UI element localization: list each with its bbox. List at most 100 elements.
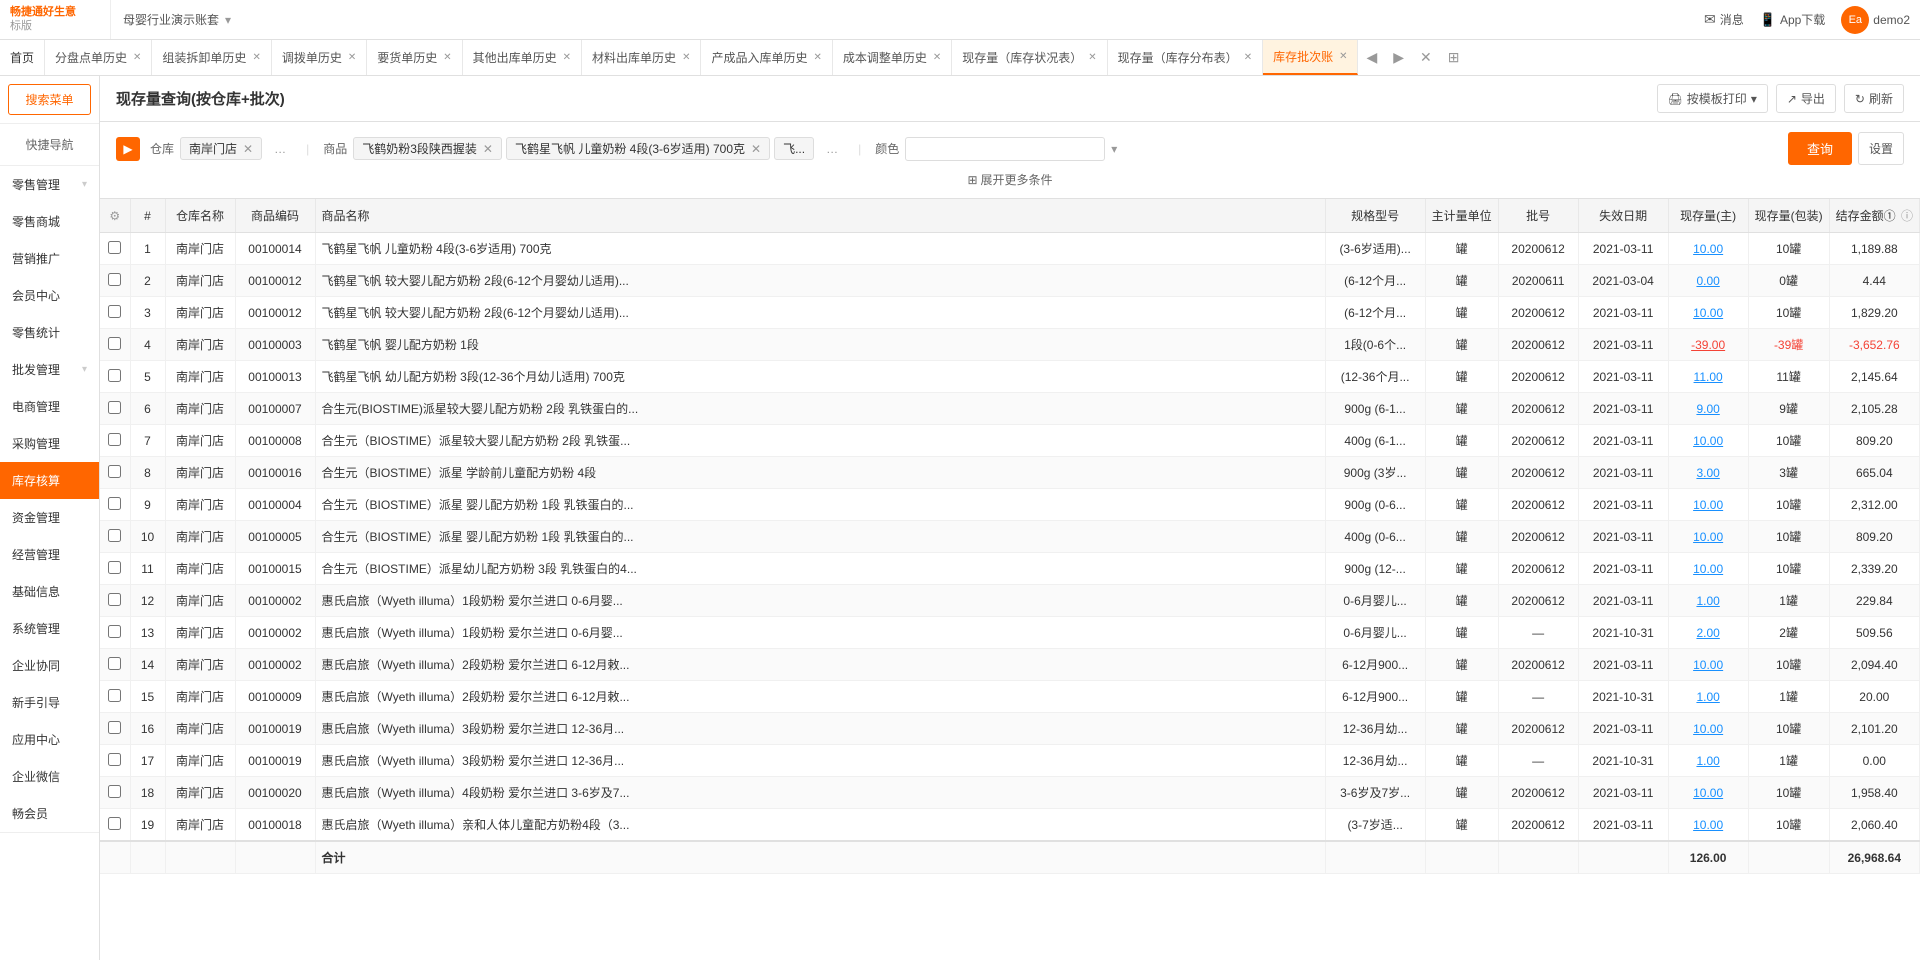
row-qty-main[interactable]: 10.00 xyxy=(1668,489,1748,521)
row-qty-main[interactable]: 10.00 xyxy=(1668,649,1748,681)
sidebar-item-dianshang[interactable]: 电商管理 xyxy=(0,388,99,425)
color-input[interactable] xyxy=(905,137,1105,161)
product-tag-1[interactable]: 飞鹤星飞帆 儿童奶粉 4段(3-6岁适用) 700克 ✕ xyxy=(506,137,770,160)
tab-xianzai2[interactable]: 现存量（库存分布表） ✕ xyxy=(1108,40,1263,75)
row-qty-main[interactable]: 11.00 xyxy=(1668,361,1748,393)
row-checkbox[interactable] xyxy=(100,457,130,489)
refresh-btn[interactable]: ↻ 刷新 xyxy=(1844,84,1904,113)
row-qty-main[interactable]: 1.00 xyxy=(1668,681,1748,713)
product-tag-1-close[interactable]: ✕ xyxy=(751,142,761,156)
search-menu-btn[interactable]: 搜索菜单 xyxy=(8,84,91,115)
row-qty-main[interactable]: 1.00 xyxy=(1668,585,1748,617)
expand-conditions-btn[interactable]: ⊞ 展开更多条件 xyxy=(967,171,1052,188)
balance-info-icon[interactable]: ⓘ xyxy=(1901,209,1913,223)
app-download-btn[interactable]: 📱 App下载 xyxy=(1760,11,1826,28)
product-more[interactable]: … xyxy=(820,140,844,158)
export-btn[interactable]: ↗ 导出 xyxy=(1776,84,1836,113)
row-qty-main[interactable]: 1.00 xyxy=(1668,745,1748,777)
warehouse-tag-close[interactable]: ✕ xyxy=(243,142,253,156)
sidebar-item-jingying[interactable]: 经营管理 xyxy=(0,536,99,573)
product-tag-0[interactable]: 飞鹤奶粉3段陕西握装 ✕ xyxy=(353,137,502,160)
query-btn[interactable]: 查询 xyxy=(1788,132,1852,165)
tab-close-fenpai[interactable]: ✕ xyxy=(133,52,141,63)
tab-close-yaohuo[interactable]: ✕ xyxy=(443,52,451,63)
sidebar-item-huiyuanb[interactable]: 畅会员 xyxy=(0,795,99,832)
row-qty-main[interactable]: 10.00 xyxy=(1668,521,1748,553)
workspace-selector[interactable]: 母婴行业演示账套 ▾ xyxy=(110,0,270,39)
tab-close-cailiao[interactable]: ✕ xyxy=(682,52,690,63)
tab-kupici[interactable]: 库存批次账 ✕ xyxy=(1263,40,1358,75)
row-qty-main[interactable]: -39.00 xyxy=(1668,329,1748,361)
sidebar-item-yingxiao[interactable]: 营销推广 xyxy=(0,240,99,277)
sidebar-item-zijin[interactable]: 资金管理 xyxy=(0,499,99,536)
row-checkbox[interactable] xyxy=(100,329,130,361)
tab-cailiao[interactable]: 材料出库单历史 ✕ xyxy=(582,40,701,75)
sidebar-item-xitong[interactable]: 系统管理 xyxy=(0,610,99,647)
sidebar-item-caigou[interactable]: 采购管理 xyxy=(0,425,99,462)
tab-close-all-btn[interactable]: ✕ xyxy=(1412,40,1440,75)
sidebar-item-lingshao[interactable]: 零售管理 ▾ xyxy=(0,166,99,203)
sidebar-item-xinshou[interactable]: 新手引导 xyxy=(0,684,99,721)
row-checkbox[interactable] xyxy=(100,713,130,745)
filter-toggle-btn[interactable]: ▶ xyxy=(116,137,140,161)
sidebar-item-yingyong[interactable]: 应用中心 xyxy=(0,721,99,758)
row-qty-main[interactable]: 3.00 xyxy=(1668,457,1748,489)
user-area[interactable]: Ea demo2 xyxy=(1841,6,1910,34)
row-checkbox[interactable] xyxy=(100,265,130,297)
sidebar-item-qiyeweixin[interactable]: 企业微信 xyxy=(0,758,99,795)
tab-prev-btn[interactable]: ◀ xyxy=(1358,40,1385,75)
row-qty-main[interactable]: 10.00 xyxy=(1668,425,1748,457)
tab-close-xianzai1[interactable]: ✕ xyxy=(1088,52,1096,63)
row-checkbox[interactable] xyxy=(100,777,130,809)
row-qty-main[interactable]: 10.00 xyxy=(1668,297,1748,329)
row-qty-main[interactable]: 2.00 xyxy=(1668,617,1748,649)
warehouse-tag[interactable]: 南岸门店 ✕ xyxy=(180,137,262,160)
row-checkbox[interactable] xyxy=(100,681,130,713)
sidebar-item-pifa[interactable]: 批发管理 ▾ xyxy=(0,351,99,388)
sidebar-item-kucun[interactable]: 库存核算 xyxy=(0,462,99,499)
tab-zuchai[interactable]: 组装拆卸单历史 ✕ xyxy=(152,40,271,75)
row-qty-main[interactable]: 0.00 xyxy=(1668,265,1748,297)
tab-close-xianzai2[interactable]: ✕ xyxy=(1244,52,1252,63)
warehouse-more[interactable]: … xyxy=(268,140,292,158)
row-qty-main[interactable]: 9.00 xyxy=(1668,393,1748,425)
row-qty-main[interactable]: 10.00 xyxy=(1668,553,1748,585)
product-tag-2[interactable]: 飞... xyxy=(774,137,814,160)
tab-close-kupici[interactable]: ✕ xyxy=(1339,51,1347,62)
tab-chengben[interactable]: 成本调整单历史 ✕ xyxy=(833,40,952,75)
row-qty-main[interactable]: 10.00 xyxy=(1668,233,1748,265)
tab-xianzai1[interactable]: 现存量（库存状况表） ✕ xyxy=(952,40,1107,75)
sidebar-item-tongji[interactable]: 零售统计 xyxy=(0,314,99,351)
row-checkbox[interactable] xyxy=(100,489,130,521)
messages-btn[interactable]: ✉ 消息 xyxy=(1704,11,1744,28)
sidebar-item-qiye[interactable]: 企业协同 xyxy=(0,647,99,684)
row-checkbox[interactable] xyxy=(100,809,130,842)
row-checkbox[interactable] xyxy=(100,425,130,457)
row-checkbox[interactable] xyxy=(100,649,130,681)
row-checkbox[interactable] xyxy=(100,393,130,425)
tab-yaohuo[interactable]: 要货单历史 ✕ xyxy=(367,40,462,75)
print-template-btn[interactable]: 🖨 按模板打印 ▾ xyxy=(1657,84,1768,113)
tab-tiaopo[interactable]: 调拨单历史 ✕ xyxy=(272,40,367,75)
row-checkbox[interactable] xyxy=(100,585,130,617)
sidebar-item-huiyuan[interactable]: 会员中心 xyxy=(0,277,99,314)
row-checkbox[interactable] xyxy=(100,553,130,585)
tab-fenpai[interactable]: 分盘点单历史 ✕ xyxy=(45,40,152,75)
tab-close-tiaopo[interactable]: ✕ xyxy=(348,52,356,63)
settings-gear-icon[interactable]: ⚙ xyxy=(109,209,120,223)
tab-qitachuku[interactable]: 其他出库单历史 ✕ xyxy=(463,40,582,75)
settings-btn[interactable]: 设置 xyxy=(1858,132,1904,165)
tab-chanpin[interactable]: 产成品入库单历史 ✕ xyxy=(701,40,832,75)
row-qty-main[interactable]: 10.00 xyxy=(1668,713,1748,745)
tab-next-btn[interactable]: ▶ xyxy=(1385,40,1412,75)
tab-close-chanpin[interactable]: ✕ xyxy=(813,52,821,63)
product-tag-0-close[interactable]: ✕ xyxy=(483,142,493,156)
row-checkbox[interactable] xyxy=(100,745,130,777)
tab-close-qita[interactable]: ✕ xyxy=(563,52,571,63)
sidebar-item-lingshao2[interactable]: 零售商城 xyxy=(0,203,99,240)
tab-menu-btn[interactable]: ⊞ xyxy=(1440,40,1468,75)
sidebar-quick-nav-item[interactable]: 快捷导航 xyxy=(0,130,99,159)
row-checkbox[interactable] xyxy=(100,617,130,649)
row-checkbox[interactable] xyxy=(100,521,130,553)
row-checkbox[interactable] xyxy=(100,233,130,265)
